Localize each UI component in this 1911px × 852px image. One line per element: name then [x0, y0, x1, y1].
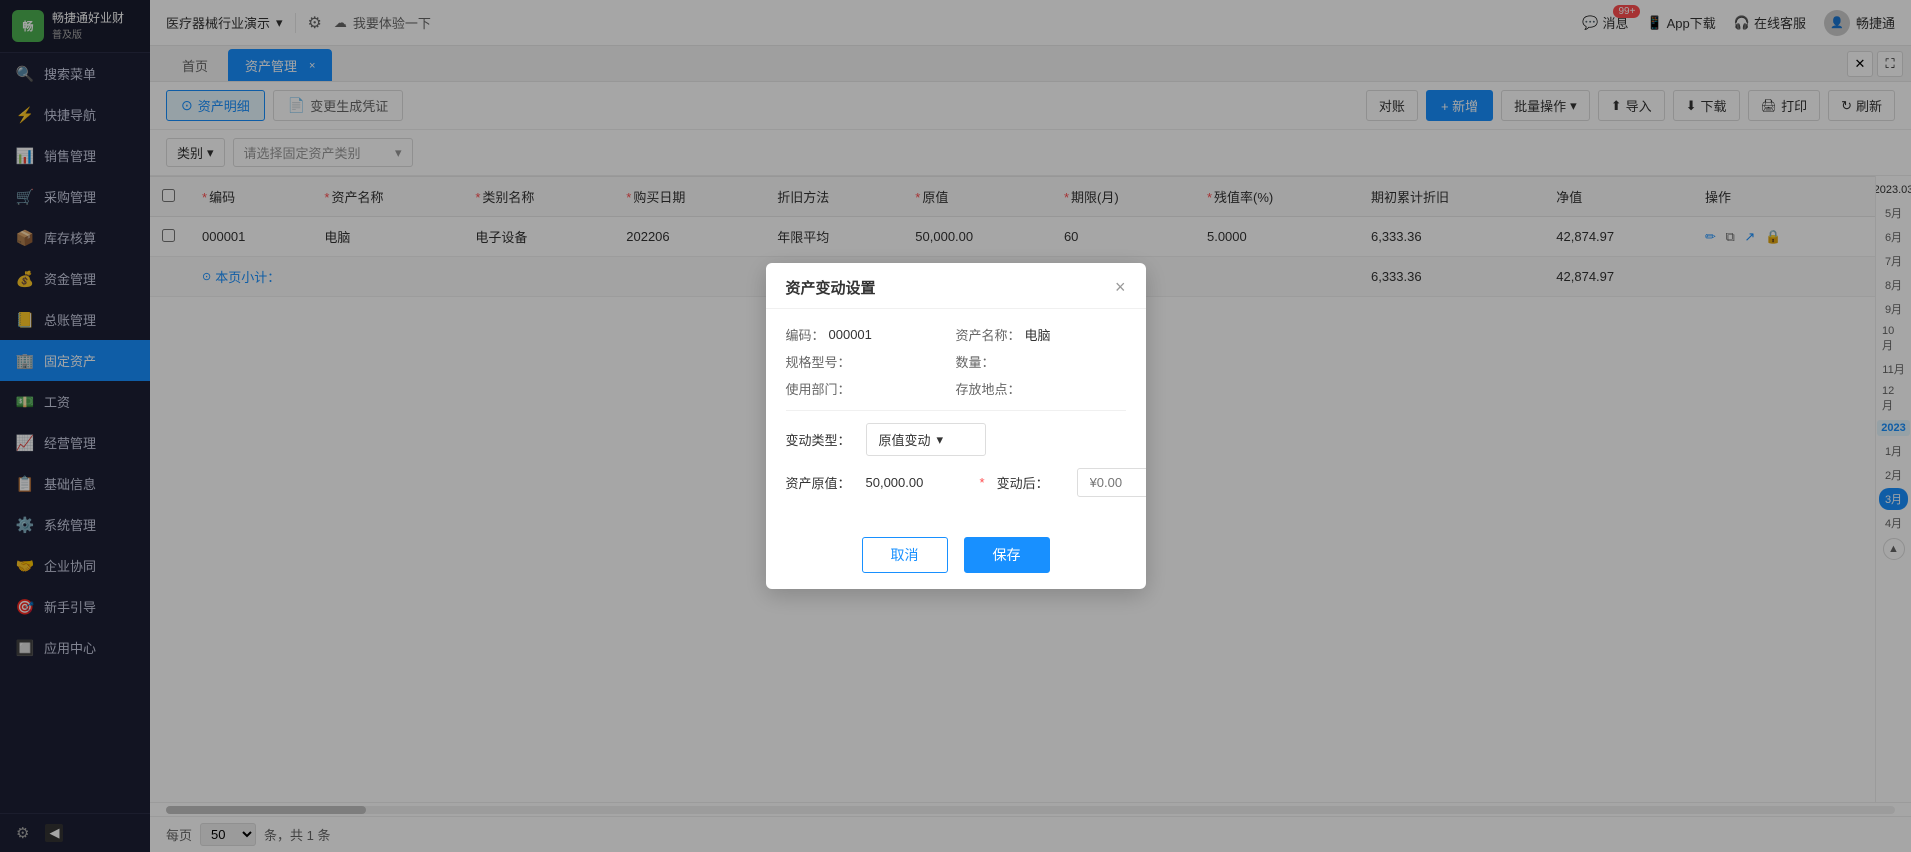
dialog-spec-item: 规格型号：: [786, 352, 956, 371]
original-value-display: 50,000.00: [866, 475, 956, 490]
dialog-footer: 取消 保存: [766, 525, 1146, 589]
dialog-divider: [786, 410, 1126, 411]
change-type-label: 变动类型：: [786, 430, 858, 449]
dialog-info-row-1: 编码： 000001 资产名称： 电脑: [786, 325, 1126, 344]
asset-change-dialog: 资产变动设置 × 编码： 000001 资产名称： 电脑 规格型号：: [766, 263, 1146, 589]
dialog-storage-item: 存放地点：: [956, 379, 1126, 398]
save-button[interactable]: 保存: [964, 537, 1050, 573]
dialog-close-button[interactable]: ×: [1115, 277, 1126, 298]
change-type-value: 原值变动: [879, 430, 931, 449]
cancel-button[interactable]: 取消: [862, 537, 948, 573]
quantity-label: 数量：: [956, 352, 995, 371]
change-type-select[interactable]: 原值变动 ▾: [866, 423, 986, 456]
change-type-chevron-icon: ▾: [937, 432, 944, 448]
dialog-code-item: 编码： 000001: [786, 325, 956, 344]
code-value: 000001: [829, 327, 872, 342]
dialog-title: 资产变动设置: [786, 277, 876, 298]
after-change-label: 变动后：: [997, 473, 1069, 492]
dialog-info-row-3: 使用部门： 存放地点：: [786, 379, 1126, 398]
storage-label: 存放地点：: [956, 379, 1021, 398]
original-value-row: 资产原值： 50,000.00 * 变动后：: [786, 468, 1126, 497]
asset-name-value: 电脑: [1025, 325, 1051, 344]
dialog-info-row-2: 规格型号： 数量：: [786, 352, 1126, 371]
dialog-header: 资产变动设置 ×: [766, 263, 1146, 309]
required-star: *: [980, 475, 985, 490]
dialog-body: 编码： 000001 资产名称： 电脑 规格型号： 数量：: [766, 309, 1146, 525]
dialog-quantity-item: 数量：: [956, 352, 1126, 371]
code-label: 编码：: [786, 325, 825, 344]
modal-overlay[interactable]: 资产变动设置 × 编码： 000001 资产名称： 电脑 规格型号：: [0, 0, 1911, 852]
spec-label: 规格型号：: [786, 352, 851, 371]
change-type-row: 变动类型： 原值变动 ▾: [786, 423, 1126, 456]
dialog-asset-name-item: 资产名称： 电脑: [956, 325, 1126, 344]
asset-name-label: 资产名称：: [956, 325, 1021, 344]
department-label: 使用部门：: [786, 379, 851, 398]
original-value-label: 资产原值：: [786, 473, 858, 492]
after-change-input[interactable]: [1077, 468, 1146, 497]
dialog-department-item: 使用部门：: [786, 379, 956, 398]
